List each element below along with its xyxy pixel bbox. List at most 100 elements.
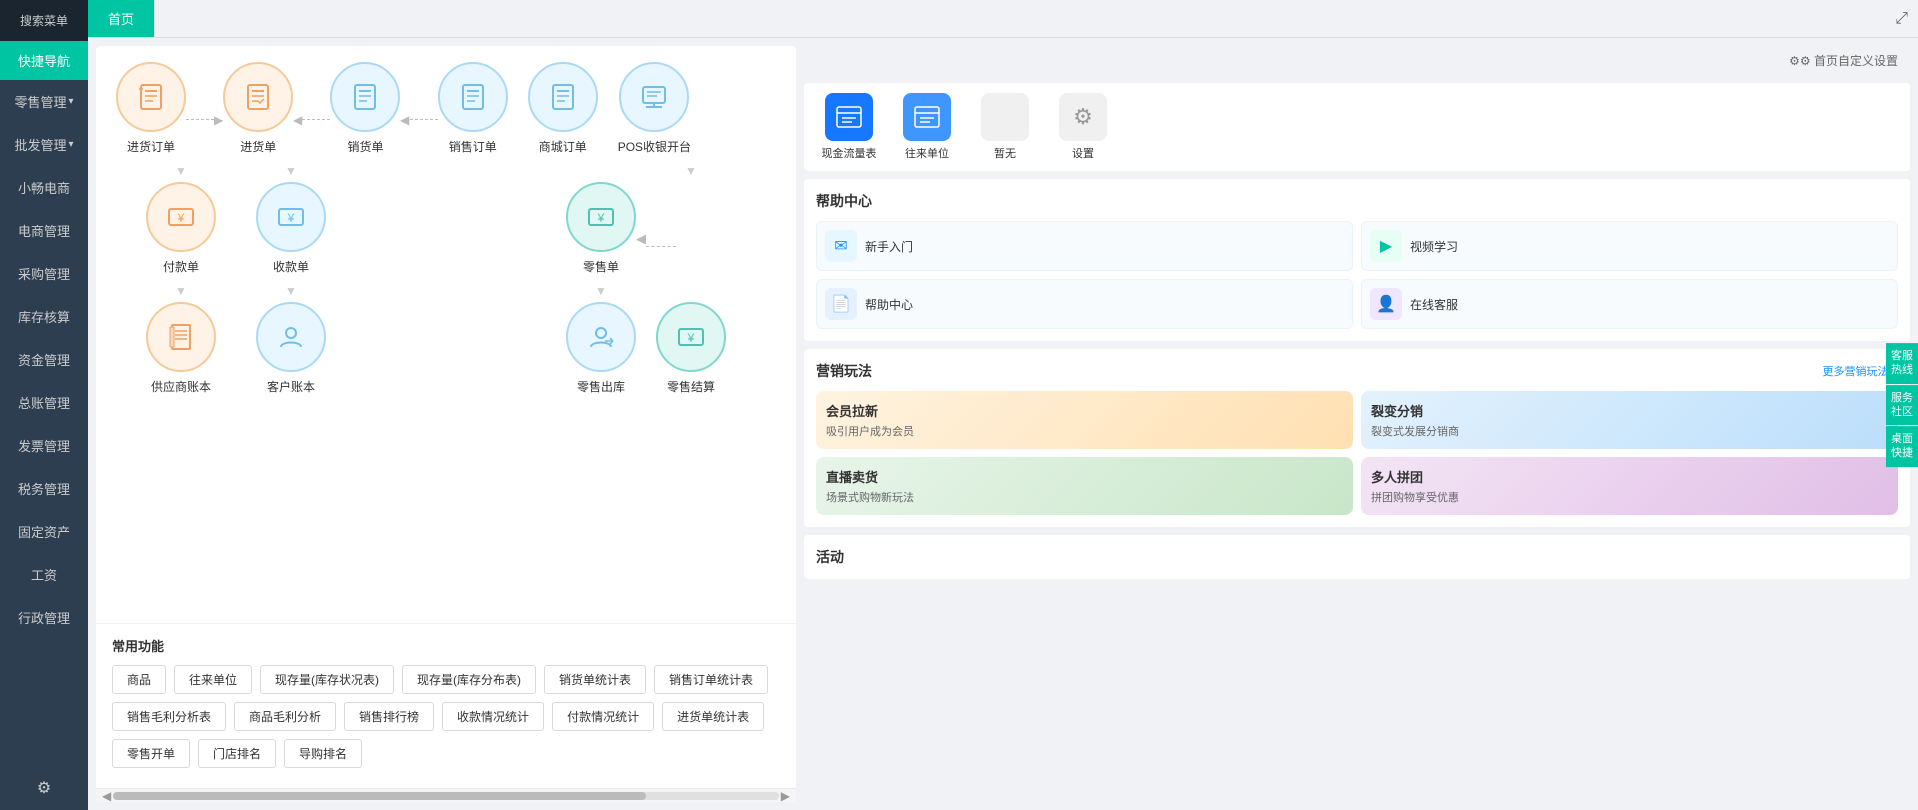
- nav-icon-contacts[interactable]: 往来单位: [892, 93, 962, 161]
- help-item-help[interactable]: 📄 帮助中心: [816, 279, 1353, 329]
- svg-text:¥: ¥: [177, 211, 185, 225]
- contacts-label: 往来单位: [905, 145, 949, 161]
- float-btn-hotline[interactable]: 客服热线: [1886, 343, 1918, 384]
- svg-text:¥: ¥: [687, 331, 695, 345]
- flow-node-sales[interactable]: 销货单: [330, 62, 400, 155]
- arrow-2: ▶: [293, 113, 330, 155]
- help-item-beginner[interactable]: ✉ 新手入门: [816, 221, 1353, 271]
- flow-node-purchase[interactable]: 进货单: [223, 62, 293, 155]
- func-btn-pay-stat[interactable]: 付款情况统计: [552, 702, 654, 731]
- marketing-card-member[interactable]: 会员拉新 吸引用户成为会员: [816, 391, 1353, 449]
- sidebar-item-invoice[interactable]: 发票管理: [0, 424, 88, 467]
- sidebar-item-ecom-mgmt[interactable]: 电商管理: [0, 209, 88, 252]
- expand-icon[interactable]: ⤢: [1885, 10, 1918, 28]
- sidebar-item-ledger[interactable]: 总账管理: [0, 381, 88, 424]
- circle-sales-order: [438, 62, 508, 132]
- flow-node-retail-out[interactable]: 零售出库: [566, 302, 636, 395]
- func-btn-purchase-stat[interactable]: 进货单统计表: [662, 702, 764, 731]
- func-btn-receipt-stat[interactable]: 收款情况统计: [442, 702, 544, 731]
- func-row-3: 零售开单 门店排名 导购排名: [112, 739, 780, 768]
- circle-payment: ¥: [146, 182, 216, 252]
- flow-node-customer-ledger[interactable]: 客户账本: [256, 302, 326, 395]
- circle-purchase: [223, 62, 293, 132]
- func-btn-sales-order-stat[interactable]: 销售订单统计表: [654, 665, 768, 694]
- func-btn-store-rank[interactable]: 门店排名: [198, 739, 276, 768]
- sidebar-item-purchase[interactable]: 采购管理: [0, 252, 88, 295]
- sidebar-item-assets[interactable]: 固定资产: [0, 510, 88, 553]
- sidebar-item-wholesale[interactable]: 批发管理▾: [0, 123, 88, 166]
- beginner-icon: ✉: [825, 230, 857, 262]
- func-btn-stock1[interactable]: 现存量(库存状况表): [260, 665, 394, 694]
- help-item-service[interactable]: 👤 在线客服: [1361, 279, 1898, 329]
- flow-node-mall-order[interactable]: 商城订单: [528, 62, 598, 155]
- func-btn-sales-rank[interactable]: 销售排行榜: [344, 702, 434, 731]
- sidebar-item-retail[interactable]: 零售管理▾: [0, 80, 88, 123]
- sidebar-item-tax[interactable]: 税务管理: [0, 467, 88, 510]
- circle-pos: [619, 62, 689, 132]
- empty-icon-box: [981, 93, 1029, 141]
- group-sub: 拼团购物享受优惠: [1371, 489, 1888, 505]
- arrow-3: ▶: [400, 113, 437, 155]
- nav-icon-settings[interactable]: ⚙ 设置: [1048, 93, 1118, 161]
- workflow-area: 进货订单 ▶ 进货单: [96, 46, 796, 623]
- flow-node-retail-settle[interactable]: ¥ 零售结算: [656, 302, 726, 395]
- flow-node-purchase-order[interactable]: 进货订单: [116, 62, 186, 155]
- func-btn-product[interactable]: 商品: [112, 665, 166, 694]
- chevron-icon: ▾: [68, 96, 73, 107]
- sidebar-settings-icon[interactable]: ⚙: [0, 766, 88, 810]
- gear-icon: ⚙: [1789, 54, 1800, 68]
- sidebar-search[interactable]: 搜索菜单: [0, 0, 88, 41]
- func-btn-retail-order[interactable]: 零售开单: [112, 739, 190, 768]
- scroll-left-btn[interactable]: ◀: [100, 789, 113, 803]
- group-title: 多人拼团: [1371, 467, 1888, 486]
- scrollbar-track[interactable]: [113, 792, 779, 800]
- right-panel: ⚙ ⚙ 首页自定义设置 现金流量表 往来单位: [804, 46, 1910, 802]
- flow-node-supplier-ledger[interactable]: 供应商账本: [146, 302, 216, 395]
- float-btn-community[interactable]: 服务社区: [1886, 385, 1918, 426]
- down-arrow-retail: ▼: [566, 283, 636, 298]
- flow-node-payment[interactable]: ¥ 付款单: [146, 182, 216, 275]
- flow-node-sales-order[interactable]: 销售订单: [438, 62, 508, 155]
- help-grid: ✉ 新手入门 ▶ 视频学习 📄 帮助中心 👤 在线客服: [816, 221, 1898, 329]
- func-btn-sales-stat[interactable]: 销货单统计表: [544, 665, 646, 694]
- marketing-card-group[interactable]: 多人拼团 拼团购物享受优惠: [1361, 457, 1898, 515]
- func-btn-gross1[interactable]: 销售毛利分析表: [112, 702, 226, 731]
- circle-retail: ¥: [566, 182, 636, 252]
- marketing-section: 营销玩法 更多营销玩法 > 会员拉新 吸引用户成为会员 裂变分销 裂变式发展分销…: [804, 349, 1910, 527]
- sidebar-nav-active[interactable]: 快捷导航: [0, 41, 88, 80]
- tab-bar: 首页 ⤢: [88, 0, 1918, 38]
- sidebar-item-ecommerce[interactable]: 小畅电商: [0, 166, 88, 209]
- sidebar-item-finance[interactable]: 资金管理: [0, 338, 88, 381]
- func-btn-gross2[interactable]: 商品毛利分析: [234, 702, 336, 731]
- circle-receipt: ¥: [256, 182, 326, 252]
- nav-icon-cashflow[interactable]: 现金流量表: [814, 93, 884, 161]
- func-btn-guide-rank[interactable]: 导购排名: [284, 739, 362, 768]
- scroll-right-btn[interactable]: ▶: [779, 789, 792, 803]
- activity-section: 活动: [804, 535, 1910, 579]
- sidebar-item-admin[interactable]: 行政管理: [0, 596, 88, 639]
- live-title: 直播卖货: [826, 467, 1343, 486]
- flow-node-retail[interactable]: ¥ 零售单: [566, 182, 636, 275]
- scrollbar: ◀ ▶: [96, 788, 796, 802]
- video-label: 视频学习: [1410, 238, 1458, 255]
- quick-nav-header[interactable]: ⚙ ⚙ 首页自定义设置: [804, 46, 1910, 75]
- marketing-card-live[interactable]: 直播卖货 场景式购物新玩法: [816, 457, 1353, 515]
- settings-nav-label: 设置: [1072, 145, 1094, 161]
- service-label: 在线客服: [1410, 296, 1458, 313]
- nav-icon-empty[interactable]: 暂无: [970, 93, 1040, 161]
- sidebar-item-inventory[interactable]: 库存核算: [0, 295, 88, 338]
- flow-node-receipt[interactable]: ¥ 收款单: [256, 182, 326, 275]
- sidebar-item-salary[interactable]: 工资: [0, 553, 88, 596]
- help-item-video[interactable]: ▶ 视频学习: [1361, 221, 1898, 271]
- cashflow-icon-box: [825, 93, 873, 141]
- func-btn-stock2[interactable]: 现存量(库存分布表): [402, 665, 536, 694]
- common-title: 常用功能: [112, 636, 780, 655]
- marketing-card-fission[interactable]: 裂变分销 裂变式发展分销商: [1361, 391, 1898, 449]
- flow-node-pos[interactable]: POS收银开台: [618, 62, 691, 155]
- tab-home[interactable]: 首页: [88, 0, 155, 37]
- content-area: 进货订单 ▶ 进货单: [88, 38, 1918, 810]
- circle-purchase-order: [116, 62, 186, 132]
- func-btn-contacts[interactable]: 往来单位: [174, 665, 252, 694]
- down-arrow-pay: ▼: [146, 283, 216, 298]
- float-btn-desktop[interactable]: 桌面快捷: [1886, 426, 1918, 467]
